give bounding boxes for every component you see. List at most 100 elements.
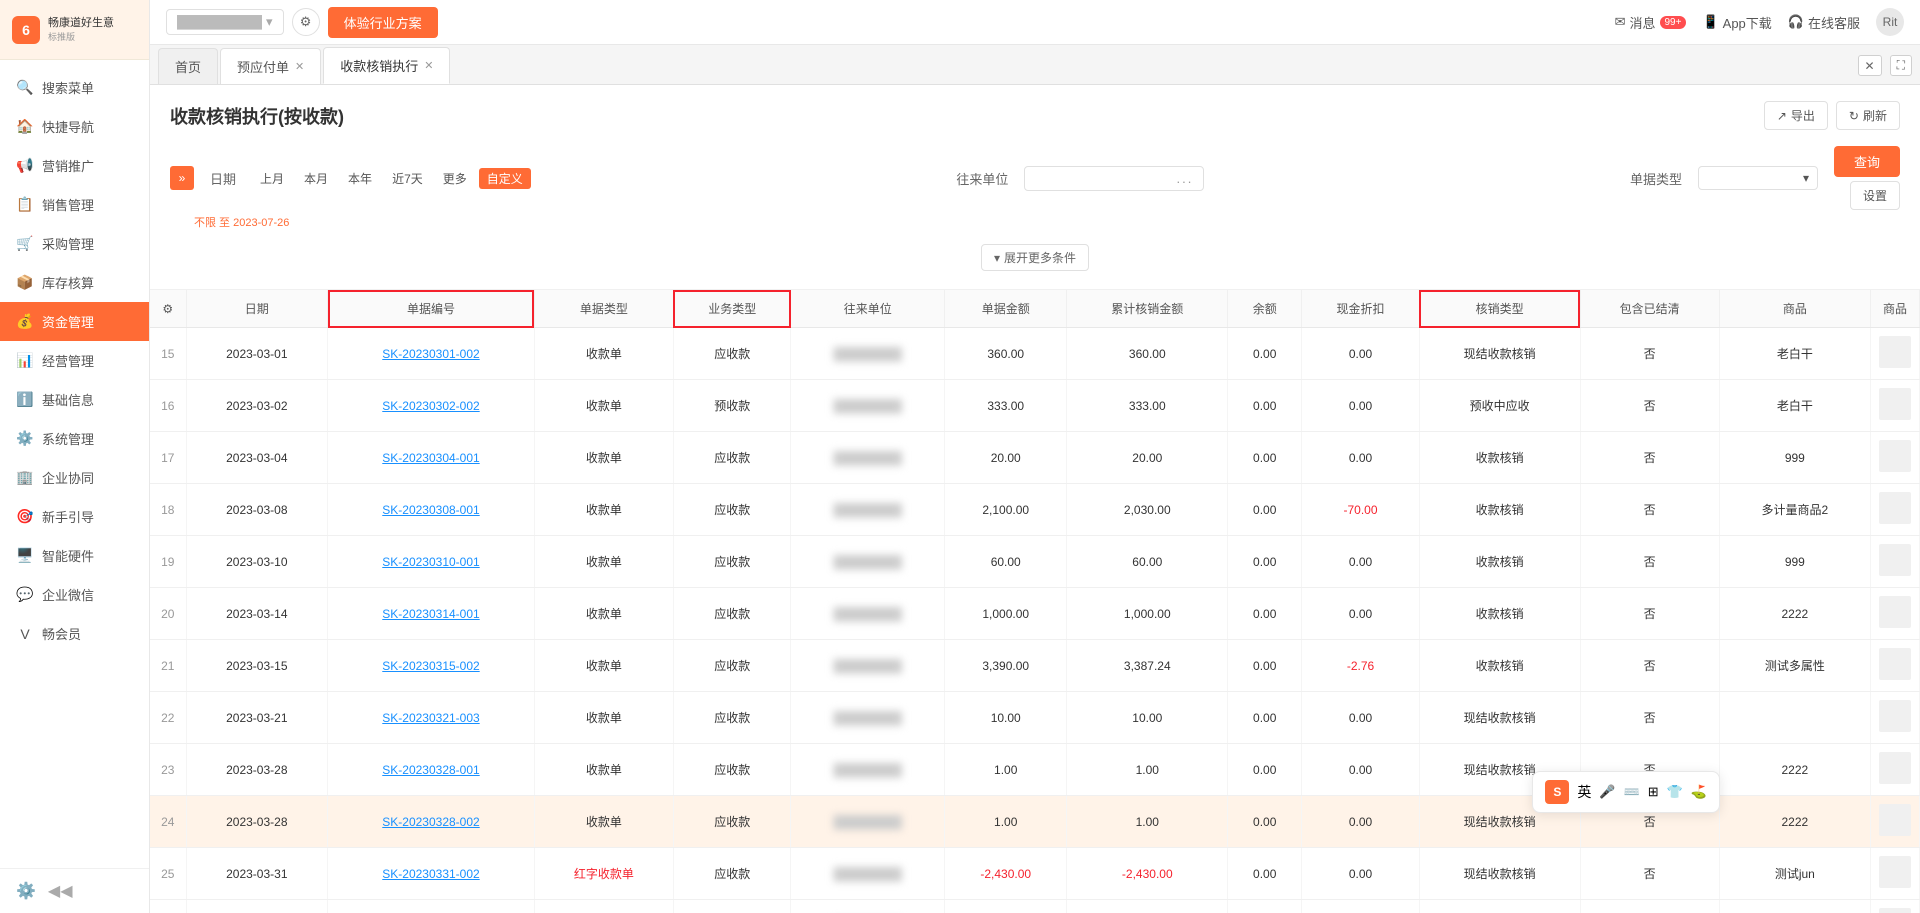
keyboard-icon[interactable]: ⌨️ [1624, 784, 1640, 800]
online-service-button[interactable]: 🎧 在线客服 [1788, 13, 1860, 32]
order-no-link[interactable]: SK-20230321-003 [382, 711, 479, 725]
sidebar-item-enterprise[interactable]: 🏢 企业协同 [0, 458, 149, 497]
row-order-type: 收款单 [534, 536, 673, 588]
date-7days[interactable]: 近7天 [384, 167, 431, 190]
row-product2 [1871, 692, 1920, 744]
chevron-down-icon: ▾ [1803, 171, 1809, 185]
sidebar-item-guide[interactable]: 🎯 新手引导 [0, 497, 149, 536]
mic-icon[interactable]: 🎤 [1599, 784, 1615, 800]
order-no-link[interactable]: SK-20230304-001 [382, 451, 479, 465]
date-more[interactable]: 更多 [435, 167, 475, 190]
row-cancel-type: 现结收款核销 [1419, 328, 1580, 380]
shirt-icon[interactable]: 👕 [1667, 784, 1683, 800]
order-no-link[interactable]: SK-20230328-002 [382, 815, 479, 829]
row-order-type: 收款单 [534, 432, 673, 484]
sidebar-item-search[interactable]: 🔍 搜索菜单 [0, 68, 149, 107]
expand-conditions-button[interactable]: ▾ 展开更多条件 [981, 244, 1089, 271]
order-no-link[interactable]: SK-20230328-001 [382, 763, 479, 777]
message-button[interactable]: ✉ 消息 99+ [1615, 13, 1687, 32]
company-select[interactable]: ██████████ ▾ [166, 9, 284, 35]
settings-footer-icon[interactable]: ⚙️ [16, 881, 36, 901]
sidebar-footer: ⚙️ ◀◀ [0, 868, 149, 913]
filter-toggle-button[interactable]: » [170, 166, 194, 190]
sidebar-item-sales[interactable]: 📋 销售管理 [0, 185, 149, 224]
app-download-button[interactable]: 📱 App下载 [1702, 13, 1771, 32]
order-no-link[interactable]: SK-20230308-001 [382, 503, 479, 517]
col-balance[interactable]: 余额 [1228, 290, 1302, 328]
row-balance: 0.00 [1228, 744, 1302, 796]
sidebar-item-basic[interactable]: ℹ️ 基础信息 [0, 380, 149, 419]
tab-close-collection[interactable]: ✕ [424, 59, 433, 72]
date-range-text: 不限 至 2023-07-26 [194, 214, 289, 230]
order-no-link[interactable]: SK-20230315-002 [382, 659, 479, 673]
order-no-link[interactable]: SK-20230331-002 [382, 867, 479, 881]
tab-prepayment[interactable]: 预应付单 ✕ [220, 48, 321, 84]
row-order-no: SK-20230315-002 [328, 640, 535, 692]
tab-home[interactable]: 首页 [158, 48, 218, 84]
col-biz-type[interactable]: 业务类型 [673, 290, 790, 328]
date-custom-btn[interactable]: 自定义 [479, 168, 531, 189]
col-cumulative[interactable]: 累计核销金额 [1067, 290, 1228, 328]
tabbar-actions: ✕ ⛶ [1858, 55, 1912, 76]
sidebar-item-quick[interactable]: 🏠 快捷导航 [0, 107, 149, 146]
query-button[interactable]: 查询 [1834, 146, 1900, 177]
setting-button[interactable]: 设置 [1850, 181, 1900, 210]
col-discount[interactable]: 现金折扣 [1302, 290, 1419, 328]
collapse-icon[interactable]: ◀◀ [48, 881, 73, 901]
col-date[interactable]: 日期 [186, 290, 328, 328]
user-avatar[interactable]: Rit [1876, 8, 1904, 36]
sidebar-item-operations[interactable]: 📊 经营管理 [0, 341, 149, 380]
online-service-label: 在线客服 [1808, 13, 1860, 32]
row-biz-type: 应收款 [673, 640, 790, 692]
refresh-button[interactable]: ↻ 刷新 [1836, 101, 1900, 130]
table-row: 16 2023-03-02 SK-20230302-002 收款单 预收款 ██… [150, 380, 1920, 432]
order-no-link[interactable]: SK-20230310-001 [382, 555, 479, 569]
sidebar-item-marketing[interactable]: 📢 营销推广 [0, 146, 149, 185]
sidebar-item-purchase[interactable]: 🛒 采购管理 [0, 224, 149, 263]
row-num: 25 [150, 848, 186, 900]
gear-button[interactable]: ⚙ [292, 8, 320, 36]
row-product2 [1871, 328, 1920, 380]
row-discount: 0.00 [1302, 692, 1419, 744]
date-this-month[interactable]: 本月 [296, 167, 336, 190]
sidebar-item-inventory[interactable]: 📦 库存核算 [0, 263, 149, 302]
table-row: 26 2023-04-03 SK-20230403-002 收款单 预收款 ██… [150, 900, 1920, 913]
col-settled[interactable]: 包含已结清 [1580, 290, 1719, 328]
date-last-month[interactable]: 上月 [252, 167, 292, 190]
col-order-type[interactable]: 单据类型 [534, 290, 673, 328]
sidebar-item-finance[interactable]: 💰 资金管理 [0, 302, 149, 341]
col-settings[interactable]: ⚙ [150, 290, 186, 328]
order-no-link[interactable]: SK-20230302-002 [382, 399, 479, 413]
grid-icon[interactable]: ⊞ [1648, 784, 1659, 800]
row-discount: 0.00 [1302, 536, 1419, 588]
row-cancel-type: 收款核销 [1419, 640, 1580, 692]
flag-icon[interactable]: ⛳ [1691, 784, 1707, 800]
row-order-no: SK-20230314-001 [328, 588, 535, 640]
logo-icon: 6 [12, 16, 40, 44]
tab-home-label: 首页 [175, 57, 201, 76]
col-amount[interactable]: 单据金额 [945, 290, 1067, 328]
counterparty-input[interactable]: ... [1024, 166, 1204, 191]
tab-close-prepayment[interactable]: ✕ [295, 60, 304, 73]
sidebar-nav: 🔍 搜索菜单 🏠 快捷导航 📢 营销推广 📋 销售管理 🛒 采购管理 📦 库存核… [0, 60, 149, 868]
col-order-no[interactable]: 单据编号 [328, 290, 535, 328]
close-window-button[interactable]: ✕ [1858, 55, 1882, 76]
tab-collection[interactable]: 收款核销执行 ✕ [323, 47, 450, 84]
export-button[interactable]: ↗ 导出 [1764, 101, 1828, 130]
sales-icon: 📋 [16, 196, 34, 214]
sidebar-item-member[interactable]: V 畅会员 [0, 614, 149, 653]
solution-button[interactable]: 体验行业方案 [328, 7, 438, 38]
col-product1[interactable]: 商品 [1719, 290, 1870, 328]
sidebar-item-wechat[interactable]: 💬 企业微信 [0, 575, 149, 614]
order-no-link[interactable]: SK-20230314-001 [382, 607, 479, 621]
date-this-year[interactable]: 本年 [340, 167, 380, 190]
maximize-button[interactable]: ⛶ [1890, 55, 1912, 76]
col-product2[interactable]: 商品 [1871, 290, 1920, 328]
sidebar-item-hardware[interactable]: 🖥️ 智能硬件 [0, 536, 149, 575]
receipt-type-select[interactable]: ▾ [1698, 166, 1818, 190]
col-cancel-type[interactable]: 核销类型 [1419, 290, 1580, 328]
row-counterparty: ████████ [791, 692, 945, 744]
order-no-link[interactable]: SK-20230301-002 [382, 347, 479, 361]
sidebar-item-system[interactable]: ⚙️ 系统管理 [0, 419, 149, 458]
col-counterparty[interactable]: 往来单位 [791, 290, 945, 328]
